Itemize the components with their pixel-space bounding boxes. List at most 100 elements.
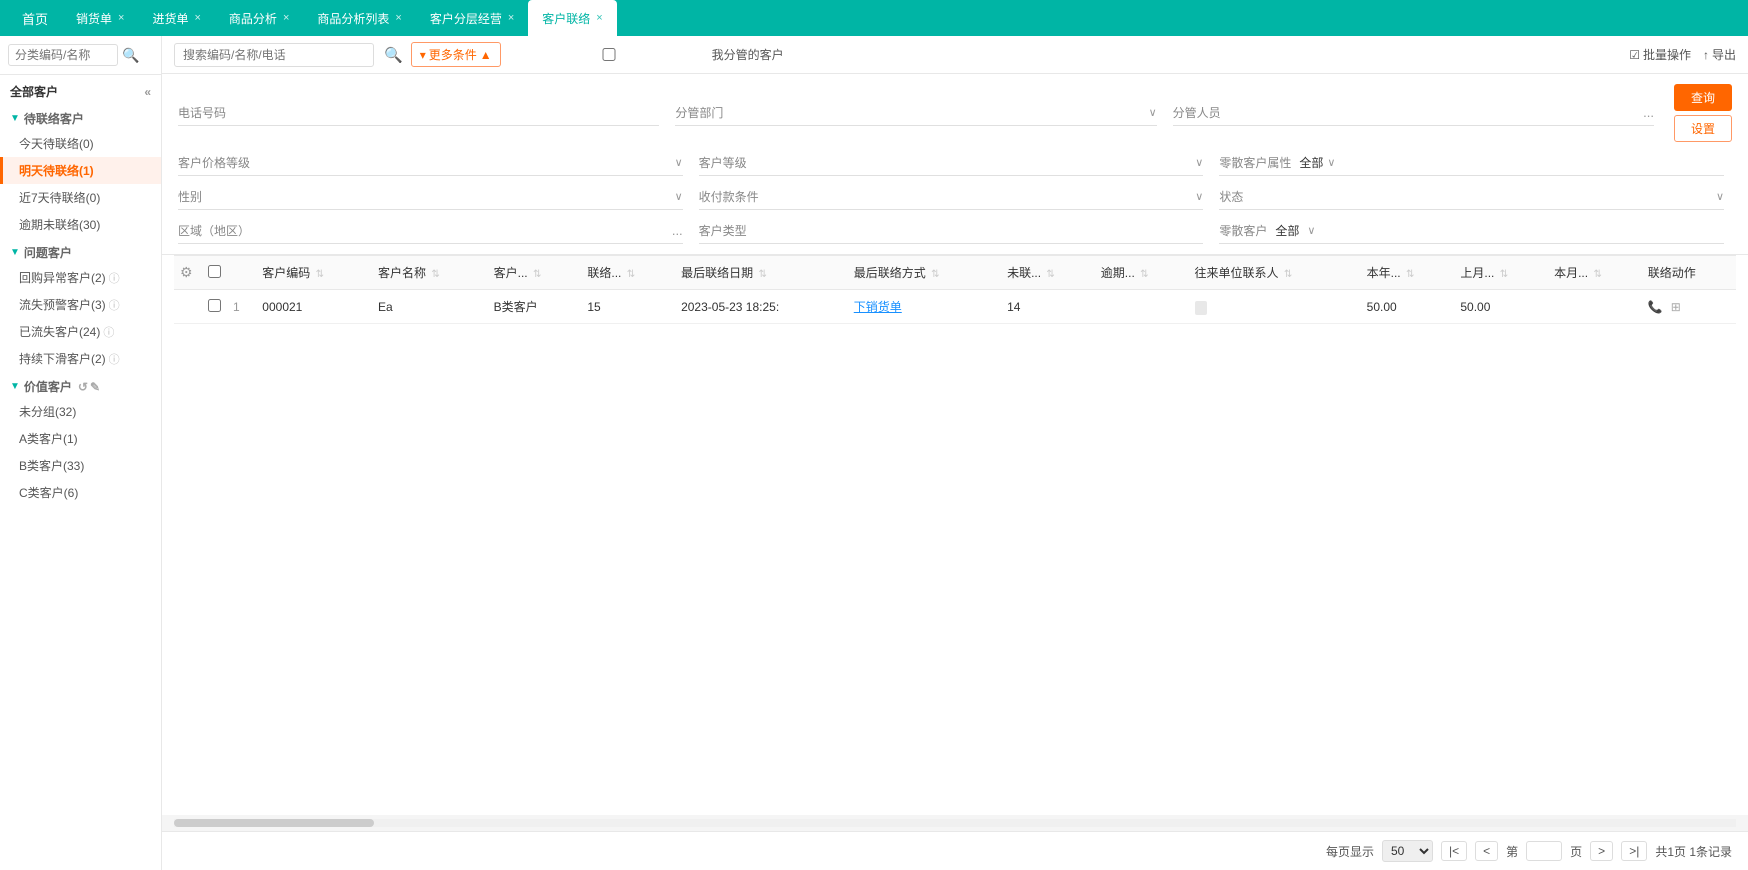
customer-type-label: 客户类型 [699,222,747,239]
action-grid-icon[interactable]: ⊞ [1671,300,1681,314]
action-phone-icon[interactable]: 📞 [1648,300,1663,314]
th-this-month[interactable]: 本月... ⇅ [1548,256,1642,290]
my-customers-checkbox-label[interactable]: 我分管的客户 [509,46,784,63]
value-arrow-icon: ▼ [10,381,20,392]
search-input[interactable] [174,43,374,67]
nav-tab-sales[interactable]: 销货单 × [62,0,138,36]
sidebar-item-churned[interactable]: 已流失客户(24) ⓘ [0,318,161,345]
th-gear[interactable]: ⚙ [174,256,202,290]
collapse-icon[interactable]: « [144,85,151,99]
close-sales-tab-icon[interactable]: × [118,12,124,24]
customer-type-input[interactable] [755,224,1204,238]
problem-arrow-icon: ▼ [10,247,20,258]
gear-settings-icon[interactable]: ⚙ [180,264,193,280]
price-level-chevron-icon[interactable]: ∨ [675,156,683,169]
nav-tab-customer-tier[interactable]: 客户分层经营 × [416,0,528,36]
row-checkbox[interactable] [208,299,221,312]
nav-tab-purchase[interactable]: 进货单 × [138,0,214,36]
more-filter-button[interactable]: ▾ 更多条件 ▲ [411,42,501,67]
page-number-input[interactable]: 1 [1526,841,1562,861]
table-row: 1 000021 Ea B类客户 15 2023-05-23 18:25: 下销… [174,290,1736,324]
my-customers-checkbox[interactable] [509,48,709,61]
first-page-button[interactable]: |< [1441,841,1467,861]
th-this-year[interactable]: 本年... ⇅ [1361,256,1455,290]
nav-tab-customer-contact[interactable]: 客户联络 × [528,0,616,36]
retail-attr-chevron-icon[interactable]: ∨ [1327,156,1335,169]
sidebar-item-a-class[interactable]: A类客户(1) [0,425,161,452]
edit-icon[interactable]: ✎ [90,380,100,394]
customer-level-chevron-icon[interactable]: ∨ [1195,156,1203,169]
th-uncontact[interactable]: 未联... ⇅ [1001,256,1095,290]
close-customer-tier-tab-icon[interactable]: × [508,12,514,24]
person-input[interactable] [1229,106,1639,120]
last-contact-way-link[interactable]: 下销货单 [854,300,902,314]
region-dots-icon[interactable]: ... [672,223,683,238]
status-input[interactable] [1251,190,1712,204]
dept-input[interactable] [731,106,1144,120]
person-dots-icon[interactable]: ... [1643,105,1654,120]
close-customer-contact-tab-icon[interactable]: × [596,12,602,24]
td-last-contact-way[interactable]: 下销货单 [848,290,1001,324]
sidebar-item-b-class[interactable]: B类客户(33) [0,452,161,479]
th-last-contact-way[interactable]: 最后联络方式 ⇅ [848,256,1001,290]
sidebar-item-repurchase-abnormal[interactable]: 回购异常客户(2) ⓘ [0,264,161,291]
query-button[interactable]: 查询 [1674,84,1732,111]
value-customer-header[interactable]: ▼ 价值客户 ↺ ✎ [0,372,161,398]
th-level[interactable]: 客户... ⇅ [488,256,582,290]
search-icon[interactable]: 🔍 [384,46,403,64]
payment-chevron-icon[interactable]: ∨ [1195,190,1203,203]
sidebar-item-c-class[interactable]: C类客户(6) [0,479,161,506]
pending-contact-header[interactable]: ▼ 待联络客户 [0,104,161,130]
nav-tab-analysis[interactable]: 商品分析 × [215,0,303,36]
last-page-button[interactable]: >| [1621,841,1647,861]
sidebar-search-icon[interactable]: 🔍 [122,47,139,64]
horizontal-scrollbar-track[interactable] [174,819,1736,827]
region-input[interactable] [258,224,668,238]
td-code: 000021 [256,290,372,324]
prev-page-button[interactable]: < [1475,841,1498,861]
th-unit-contact[interactable]: 往来单位联系人 ⇅ [1189,256,1361,290]
next-page-button[interactable]: > [1590,841,1613,861]
sidebar-item-declining[interactable]: 持续下滑客户(2) ⓘ [0,345,161,372]
horizontal-scrollbar-thumb[interactable] [174,819,374,827]
sort-date-icon: ⇅ [758,269,766,280]
all-customers-header[interactable]: 全部客户 « [0,75,161,104]
sidebar-item-overdue[interactable]: 逾期未联络(30) [0,211,161,238]
close-purchase-tab-icon[interactable]: × [194,12,200,24]
sidebar-item-churn-warning[interactable]: 流失预警客户(3) ⓘ [0,291,161,318]
problem-customer-header[interactable]: ▼ 问题客户 [0,238,161,264]
close-analysis-list-tab-icon[interactable]: × [395,12,401,24]
nav-home[interactable]: 首页 [8,0,62,36]
filter-panel: 电话号码 分管部门 ∨ 分管人员 ... 查询 设置 [162,74,1748,255]
sidebar-item-7days[interactable]: 近7天待联络(0) [0,184,161,211]
th-contact[interactable]: 联络... ⇅ [581,256,675,290]
bulk-action-button[interactable]: ☑ 批量操作 [1629,46,1691,63]
dept-chevron-icon[interactable]: ∨ [1149,106,1157,119]
th-last-month[interactable]: 上月... ⇅ [1454,256,1548,290]
retail-customer-chevron-icon[interactable]: ∨ [1307,224,1315,237]
select-all-checkbox[interactable] [208,265,221,278]
per-page-select[interactable]: 50 100 200 [1382,840,1433,862]
export-button[interactable]: ↑ 导出 [1703,46,1736,63]
nav-tab-analysis-list[interactable]: 商品分析列表 × [303,0,415,36]
th-last-contact-date[interactable]: 最后联络日期 ⇅ [675,256,848,290]
price-level-input[interactable] [258,156,671,170]
gender-chevron-icon[interactable]: ∨ [675,190,683,203]
customer-level-input[interactable] [755,156,1192,170]
close-analysis-tab-icon[interactable]: × [283,12,289,24]
refresh-icon[interactable]: ↺ [78,380,88,394]
th-code[interactable]: 客户编码 ⇅ [256,256,372,290]
th-check[interactable] [202,256,227,290]
sidebar-item-today[interactable]: 今天待联络(0) [0,130,161,157]
sidebar-item-tomorrow[interactable]: 明天待联络(1) [0,157,161,184]
phone-input[interactable] [234,106,659,120]
sidebar-item-ungrouped[interactable]: 未分组(32) [0,398,161,425]
set-button[interactable]: 设置 [1674,115,1732,142]
sidebar-search-input[interactable] [8,44,118,66]
th-overdue[interactable]: 逾期... ⇅ [1095,256,1189,290]
th-name[interactable]: 客户名称 ⇅ [372,256,488,290]
gender-input[interactable] [210,190,671,204]
status-chevron-icon[interactable]: ∨ [1716,190,1724,203]
payment-input[interactable] [767,190,1192,204]
td-check[interactable] [202,290,227,324]
